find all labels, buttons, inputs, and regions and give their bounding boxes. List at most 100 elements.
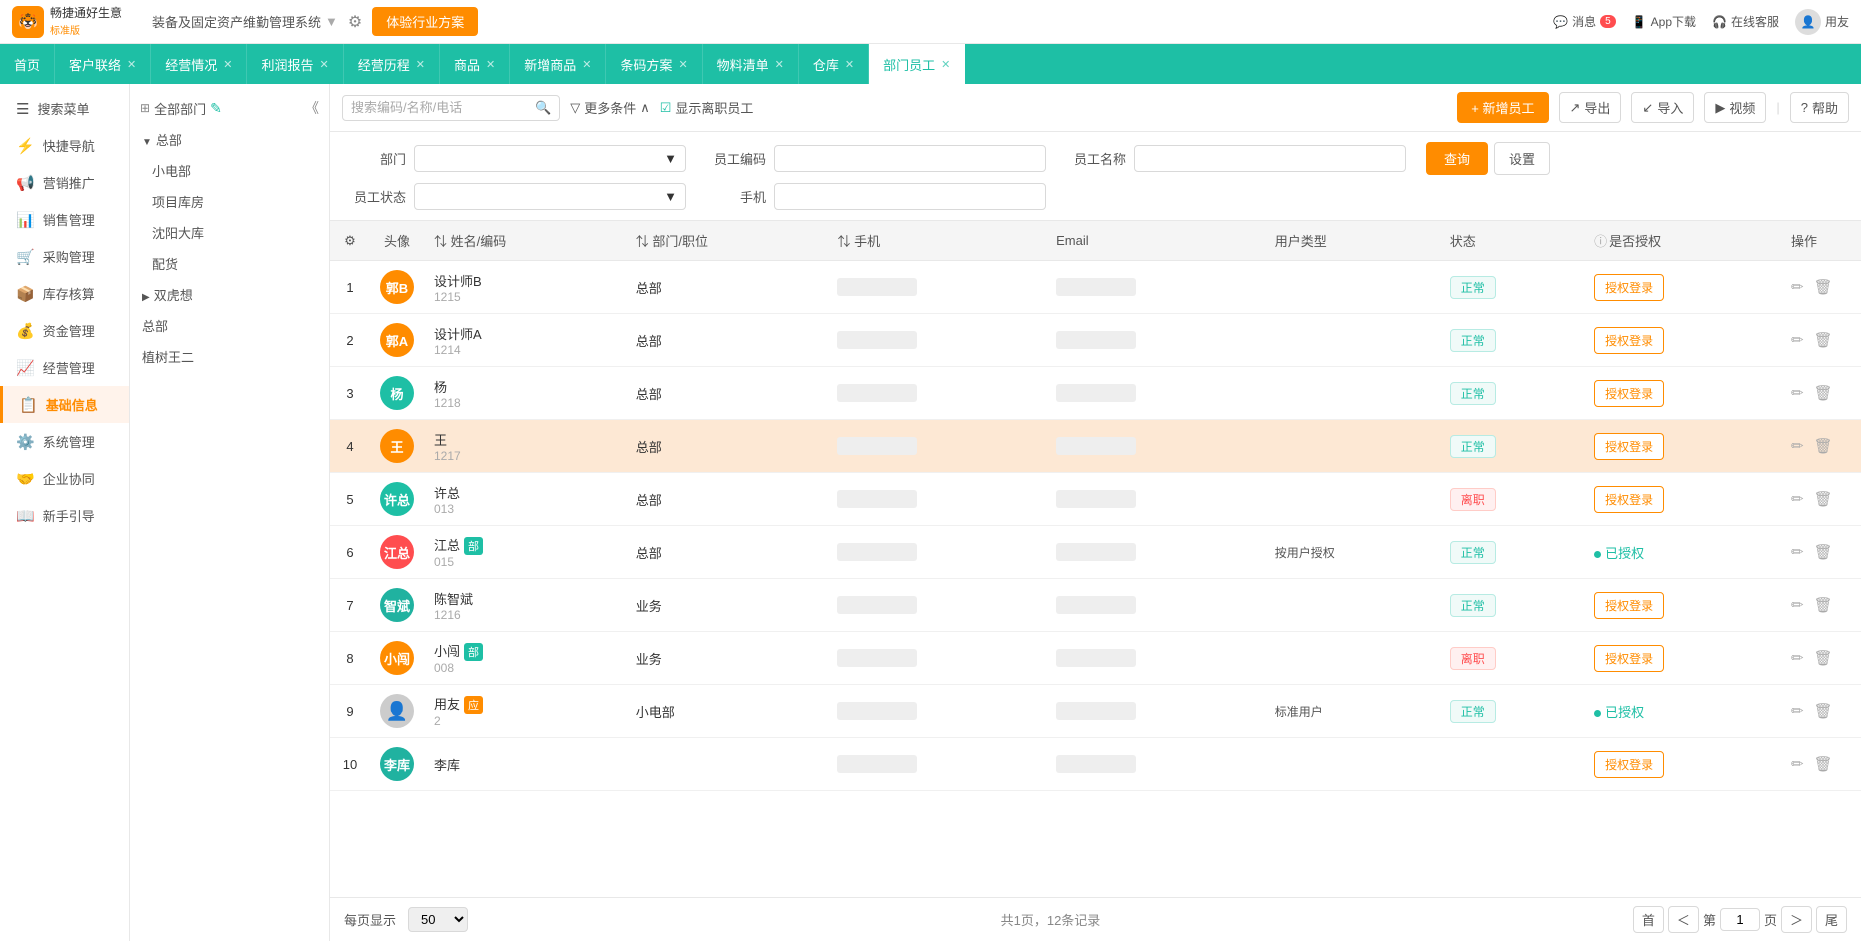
- nav-item-goods[interactable]: 商品✕: [440, 44, 510, 84]
- last-page-btn[interactable]: 尾: [1816, 906, 1847, 933]
- close-bom-icon[interactable]: ✕: [775, 58, 784, 71]
- filter-empstatus-select[interactable]: ▼: [414, 183, 686, 210]
- sidebar-item-search[interactable]: ☰ 搜索菜单: [0, 90, 129, 127]
- dept-node-zongbu[interactable]: ▼总部: [130, 124, 329, 155]
- close-dept-icon[interactable]: ✕: [941, 58, 950, 71]
- nav-item-dept[interactable]: 部门员工✕: [869, 44, 965, 84]
- message-action[interactable]: 💬 消息 5: [1553, 13, 1616, 30]
- next-page-btn[interactable]: ＞: [1781, 906, 1812, 933]
- close-goods-icon[interactable]: ✕: [486, 58, 495, 71]
- trial-button[interactable]: 体验行业方案: [372, 7, 478, 36]
- sidebar-item-basic[interactable]: 📋 基础信息: [0, 386, 129, 423]
- search-icon[interactable]: 🔍: [535, 100, 551, 116]
- dept-node-zongbu2[interactable]: 总部: [130, 310, 329, 341]
- prev-page-btn[interactable]: ＜: [1668, 906, 1699, 933]
- auth-login-btn[interactable]: 授权登录: [1594, 433, 1664, 460]
- delete-icon[interactable]: 🗑: [1814, 331, 1833, 349]
- sidebar-item-operation[interactable]: 📈 经营管理: [0, 349, 129, 386]
- delete-icon[interactable]: 🗑: [1814, 702, 1833, 720]
- sidebar-item-guide[interactable]: 📖 新手引导: [0, 497, 129, 534]
- delete-icon[interactable]: 🗑: [1814, 755, 1833, 773]
- set-button[interactable]: 设置: [1494, 142, 1550, 175]
- export-button[interactable]: ↗ 导出: [1559, 92, 1622, 123]
- auth-login-btn[interactable]: 授权登录: [1594, 751, 1664, 778]
- auth-login-btn[interactable]: 授权登录: [1594, 327, 1664, 354]
- sys-title-dropdown-icon[interactable]: ▼: [325, 14, 338, 29]
- app-download-action[interactable]: 📱 App下载: [1632, 13, 1696, 30]
- delete-icon[interactable]: 🗑: [1814, 278, 1833, 296]
- sidebar-item-inventory[interactable]: 📦 库存核算: [0, 275, 129, 312]
- dept-node-peihuo[interactable]: 配货: [130, 248, 329, 279]
- auth-login-btn[interactable]: 授权登录: [1594, 592, 1664, 619]
- dept-collapse-icon[interactable]: 《: [305, 98, 319, 118]
- add-employee-button[interactable]: + 新增员工: [1457, 92, 1548, 123]
- dept-node-zhishuwang[interactable]: 植树王二: [130, 341, 329, 372]
- nav-item-barcode[interactable]: 条码方案✕: [606, 44, 702, 84]
- nav-item-operation[interactable]: 经营情况✕: [151, 44, 247, 84]
- close-history-icon[interactable]: ✕: [416, 58, 425, 71]
- edit-icon[interactable]: ✏: [1791, 702, 1804, 720]
- dept-node-shuanghuxiang[interactable]: ▶双虎想: [130, 279, 329, 310]
- auth-login-btn[interactable]: 授权登录: [1594, 274, 1664, 301]
- delete-icon[interactable]: 🗑: [1814, 490, 1833, 508]
- close-barcode-icon[interactable]: ✕: [678, 58, 687, 71]
- dept-node-shenyang[interactable]: 沈阳大库: [130, 217, 329, 248]
- sidebar-item-marketing[interactable]: 📢 营销推广: [0, 164, 129, 201]
- close-warehouse-icon[interactable]: ✕: [845, 58, 854, 71]
- auth-login-btn[interactable]: 授权登录: [1594, 380, 1664, 407]
- auth-login-btn[interactable]: 授权登录: [1594, 486, 1664, 513]
- nav-item-home[interactable]: 首页: [0, 44, 55, 84]
- sidebar-item-sales[interactable]: 📊 销售管理: [0, 201, 129, 238]
- edit-icon[interactable]: ✏: [1791, 543, 1804, 561]
- edit-icon[interactable]: ✏: [1791, 649, 1804, 667]
- nav-item-history[interactable]: 经营历程✕: [344, 44, 440, 84]
- first-page-btn[interactable]: 首: [1633, 906, 1664, 933]
- edit-icon[interactable]: ✏: [1791, 596, 1804, 614]
- delete-icon[interactable]: 🗑: [1814, 596, 1833, 614]
- import-button[interactable]: ↙ 导入: [1631, 92, 1694, 123]
- sidebar-item-collab[interactable]: 🤝 企业协同: [0, 460, 129, 497]
- close-operation-icon[interactable]: ✕: [223, 58, 232, 71]
- auth-login-btn[interactable]: 授权登录: [1594, 645, 1664, 672]
- nav-item-profit[interactable]: 利润报告✕: [247, 44, 343, 84]
- page-num-input[interactable]: [1720, 908, 1760, 931]
- nav-item-bom[interactable]: 物料清单✕: [703, 44, 799, 84]
- filter-empcode-input[interactable]: [774, 145, 1046, 172]
- close-profit-icon[interactable]: ✕: [320, 58, 329, 71]
- per-page-select[interactable]: 50 20 100: [408, 907, 468, 932]
- edit-icon[interactable]: ✏: [1791, 755, 1804, 773]
- delete-icon[interactable]: 🗑: [1814, 543, 1833, 561]
- filter-empname-input[interactable]: [1134, 145, 1406, 172]
- sort-name-icon[interactable]: ⇅: [434, 234, 447, 249]
- help-button[interactable]: ? 帮助: [1790, 92, 1849, 123]
- edit-icon[interactable]: ✏: [1791, 331, 1804, 349]
- sidebar-item-quicknav[interactable]: ⚡ 快捷导航: [0, 127, 129, 164]
- query-button[interactable]: 查询: [1426, 142, 1488, 175]
- edit-icon[interactable]: ✏: [1791, 278, 1804, 296]
- sort-dept-icon[interactable]: ⇅: [636, 234, 649, 249]
- sidebar-item-finance[interactable]: 💰 资金管理: [0, 312, 129, 349]
- edit-icon[interactable]: ✏: [1791, 437, 1804, 455]
- sort-phone-icon[interactable]: ⇅: [837, 234, 850, 249]
- close-customer-icon[interactable]: ✕: [127, 58, 136, 71]
- online-service-action[interactable]: 🎧 在线客服: [1712, 13, 1779, 30]
- settings-col-icon[interactable]: ⚙: [344, 233, 356, 248]
- nav-item-new-goods[interactable]: 新增商品✕: [510, 44, 606, 84]
- close-newgoods-icon[interactable]: ✕: [582, 58, 591, 71]
- dept-node-xiaodibu[interactable]: 小电部: [130, 155, 329, 186]
- edit-icon[interactable]: ✏: [1791, 384, 1804, 402]
- filter-dept-select[interactable]: ▼: [414, 145, 686, 172]
- filter-phone-input[interactable]: [774, 183, 1046, 210]
- dept-node-kuanfang[interactable]: 项目库房: [130, 186, 329, 217]
- settings-icon[interactable]: ⚙: [348, 12, 362, 32]
- more-filter-btn[interactable]: ▽ 更多条件 ∧: [570, 98, 650, 117]
- delete-icon[interactable]: 🗑: [1814, 384, 1833, 402]
- video-button[interactable]: ▶ 视频: [1704, 92, 1766, 123]
- dept-edit-icon[interactable]: ✎: [210, 100, 222, 117]
- delete-icon[interactable]: 🗑: [1814, 649, 1833, 667]
- nav-item-customer[interactable]: 客户联络✕: [55, 44, 151, 84]
- user-action[interactable]: 👤 用友: [1795, 9, 1849, 35]
- sidebar-item-purchase[interactable]: 🛒 采购管理: [0, 238, 129, 275]
- nav-item-warehouse[interactable]: 仓库✕: [799, 44, 869, 84]
- show-resign-toggle[interactable]: ☑ 显示离职员工: [660, 98, 754, 117]
